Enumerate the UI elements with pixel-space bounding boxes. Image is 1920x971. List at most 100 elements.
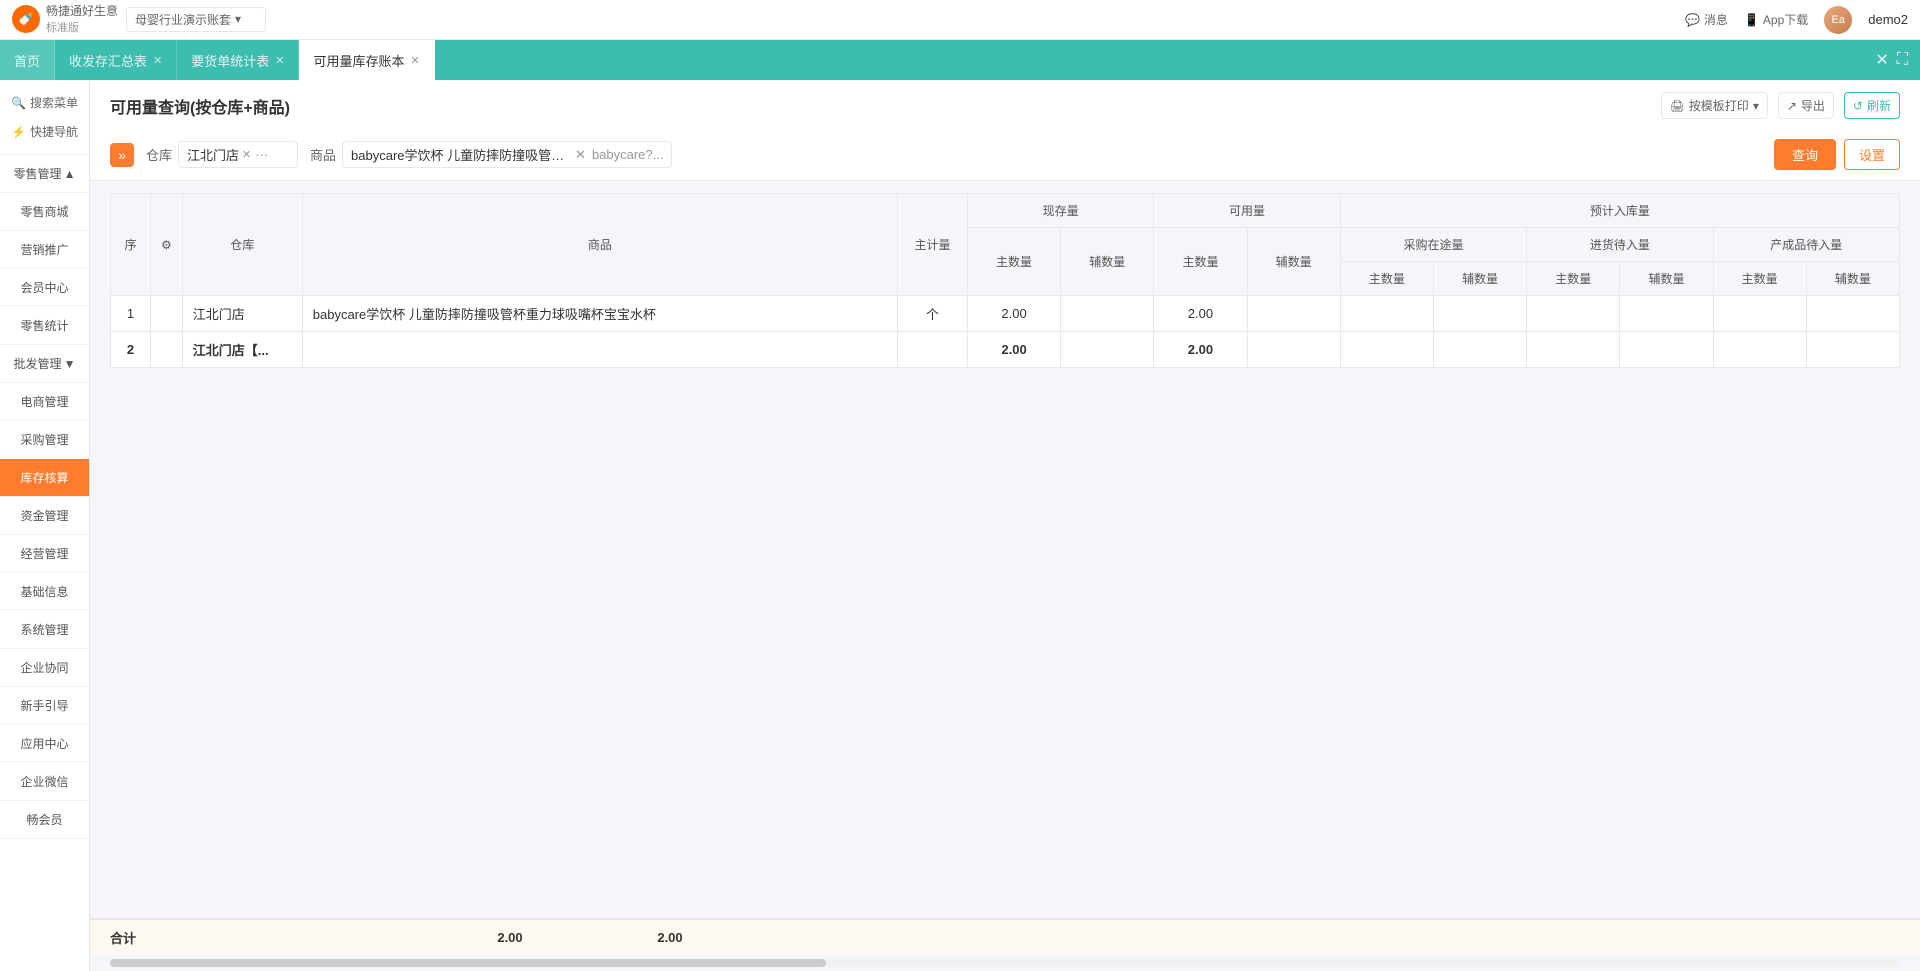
sidebar-item-members[interactable]: 会员中心 xyxy=(0,269,89,307)
row1-unit: 个 xyxy=(897,296,967,332)
warehouse-more-btn[interactable]: ··· xyxy=(255,147,268,162)
row2-settings[interactable] xyxy=(151,332,183,368)
sidebar-item-finance[interactable]: 资金管理 xyxy=(0,497,89,535)
sidebar-item-bizwechat[interactable]: 企业微信 xyxy=(0,763,89,801)
warehouse-tag-remove[interactable]: ✕ xyxy=(242,148,251,161)
sidebar-item-vip[interactable]: 畅会员 xyxy=(0,801,89,839)
product-label: 商品 xyxy=(310,145,336,164)
sidebar-item-operation[interactable]: 经营管理 xyxy=(0,535,89,573)
sidebar-item-appstore[interactable]: 应用中心 xyxy=(0,725,89,763)
app-download-btn[interactable]: 📱 App下载 xyxy=(1744,11,1808,28)
sidebar-item-purchase[interactable]: 采购管理 xyxy=(0,421,89,459)
tab-home-label: 首页 xyxy=(14,51,40,70)
th-no: 序 xyxy=(111,194,151,296)
sidebar-search-label: 搜索菜单 xyxy=(30,94,78,111)
product-input[interactable]: babycare学饮杯 儿童防摔防撞吸管杯重力球吸嘴杯宝宝水杯 ✕ babyca… xyxy=(342,141,672,168)
print-btn[interactable]: 🖨 按模板打印 ▾ xyxy=(1661,92,1768,119)
th-settings[interactable]: ⚙ xyxy=(151,194,183,296)
th-current-main: 主数量 xyxy=(967,228,1060,296)
tab-available-close[interactable]: ✕ xyxy=(411,54,420,67)
tab-orders[interactable]: 要货单统计表 ✕ xyxy=(177,40,299,80)
sidebar-item-stats-label: 零售统计 xyxy=(20,317,68,334)
row2-unit xyxy=(897,332,967,368)
sidebar-search-btn[interactable]: 🔍 搜索菜单 xyxy=(0,88,89,117)
sidebar-item-system[interactable]: 系统管理 xyxy=(0,611,89,649)
sidebar-item-ecommerce[interactable]: 电商管理 xyxy=(0,383,89,421)
sidebar-item-inventory-label: 库存核算 xyxy=(20,469,68,486)
query-btn[interactable]: 查询 xyxy=(1774,139,1836,170)
row1-no: 1 xyxy=(111,296,151,332)
sidebar-item-enterprise[interactable]: 企业协同 xyxy=(0,649,89,687)
logo-sub: 标准版 xyxy=(46,19,118,35)
username[interactable]: demo2 xyxy=(1868,12,1908,27)
row2-production-main xyxy=(1713,332,1806,368)
th-product: 商品 xyxy=(302,194,897,296)
sidebar-item-bizwechat-label: 企业微信 xyxy=(20,773,68,790)
sidebar-item-stats[interactable]: 零售统计 xyxy=(0,307,89,345)
sidebar-item-members-label: 会员中心 xyxy=(20,279,68,296)
tab-orders-close[interactable]: ✕ xyxy=(275,54,284,67)
refresh-btn[interactable]: ↺ 刷新 xyxy=(1844,92,1900,119)
logo-area: 🍼 畅捷通好生意 标准版 xyxy=(12,4,118,34)
top-bar: 🍼 畅捷通好生意 标准版 母婴行业演示账套 ▾ 💬 消息 📱 App下载 Ea … xyxy=(0,0,1920,40)
th-inbound-main: 主数量 xyxy=(1527,262,1620,296)
sidebar-item-shop[interactable]: 零售商城 xyxy=(0,193,89,231)
tab-orders-label: 要货单统计表 xyxy=(191,51,269,70)
th-unit: 主计量 xyxy=(897,194,967,296)
horizontal-scrollbar[interactable] xyxy=(110,959,1900,967)
sidebar-item-inventory[interactable]: 库存核算 xyxy=(0,459,89,497)
product-tag-remove[interactable]: ✕ xyxy=(575,147,586,163)
tab-bar: 首页 收发存汇总表 ✕ 要货单统计表 ✕ 可用量库存账本 ✕ ✕ ⛶ xyxy=(0,40,1920,80)
sidebar-item-newbie[interactable]: 新手引导 xyxy=(0,687,89,725)
scrollbar-thumb[interactable] xyxy=(110,959,826,967)
content-area: 可用量查询(按仓库+商品) 🖨 按模板打印 ▾ ↗ 导出 ↺ 刷新 xyxy=(90,80,1920,971)
total-label: 合计 xyxy=(110,928,270,947)
tab-close-all-btn[interactable]: ✕ xyxy=(1875,50,1888,70)
sidebar-item-basic[interactable]: 基础信息 xyxy=(0,573,89,611)
tab-receipts-label: 收发存汇总表 xyxy=(69,51,147,70)
export-btn[interactable]: ↗ 导出 xyxy=(1778,92,1834,119)
row2-no: 2 xyxy=(111,332,151,368)
sidebar-nav-btn[interactable]: ⚡ 快捷导航 xyxy=(0,117,89,146)
industry-select[interactable]: 母婴行业演示账套 ▾ xyxy=(126,7,266,32)
sidebar-item-zero-sales[interactable]: 零售管理 ▲ xyxy=(0,155,89,193)
th-purchase-transit: 采购在途量 xyxy=(1340,228,1526,262)
tab-home[interactable]: 首页 xyxy=(0,40,55,80)
msg-label: 消息 xyxy=(1704,11,1728,28)
action-btns: 查询 设置 xyxy=(1774,139,1900,170)
sidebar-item-operation-label: 经营管理 xyxy=(20,545,68,562)
product-tag-text: babycare学饮杯 儿童防摔防撞吸管杯重力球吸嘴杯宝宝水杯 xyxy=(351,145,571,164)
row1-settings[interactable] xyxy=(151,296,183,332)
chevron-icon-2: ▼ xyxy=(64,357,76,371)
tab-fullscreen-btn[interactable]: ⛶ xyxy=(1897,51,1908,69)
data-table: 序 ⚙ 仓库 商品 主计量 现存量 可用量 预计入库量 主数量 辅数量 xyxy=(110,193,1900,368)
export-label: 导出 xyxy=(1801,97,1825,114)
sidebar-item-marketing[interactable]: 营销推广 xyxy=(0,231,89,269)
phone-icon: 📱 xyxy=(1744,13,1759,27)
row2-current-aux xyxy=(1061,332,1154,368)
row2-purchase-aux xyxy=(1433,332,1526,368)
sidebar-item-wholesale[interactable]: 批发管理 ▼ xyxy=(0,345,89,383)
avatar[interactable]: Ea xyxy=(1824,6,1852,34)
search-icon: 🔍 xyxy=(11,96,26,110)
th-production-aux: 辅数量 xyxy=(1806,262,1899,296)
msg-icon: 💬 xyxy=(1685,13,1700,27)
sidebar-nav-label: 快捷导航 xyxy=(30,123,78,140)
warehouse-input[interactable]: 江北门店 ✕ ··· xyxy=(178,141,298,168)
row2-product xyxy=(302,332,897,368)
tab-receipts-close[interactable]: ✕ xyxy=(153,54,162,67)
sidebar-item-shop-label: 零售商城 xyxy=(20,203,68,220)
warehouse-tag-text: 江北门店 xyxy=(187,145,239,164)
product-more-text: babycare?... xyxy=(592,147,664,162)
th-inbound-pending: 进货待入量 xyxy=(1527,228,1713,262)
tab-receipts[interactable]: 收发存汇总表 ✕ xyxy=(55,40,177,80)
tab-available[interactable]: 可用量库存账本 ✕ xyxy=(299,40,434,80)
msg-btn[interactable]: 💬 消息 xyxy=(1685,11,1728,28)
app-label: App下载 xyxy=(1763,11,1808,28)
settings-btn[interactable]: 设置 xyxy=(1844,139,1900,170)
table-row: 1 江北门店 babycare学饮杯 儿童防摔防撞吸管杯重力球吸嘴杯宝宝水杯 个… xyxy=(111,296,1900,332)
filter-expand-btn[interactable]: » xyxy=(110,143,134,167)
warehouse-filter: 仓库 江北门店 ✕ ··· xyxy=(146,141,298,168)
th-purchase-main: 主数量 xyxy=(1340,262,1433,296)
th-planned-inbound: 预计入库量 xyxy=(1340,194,1899,228)
